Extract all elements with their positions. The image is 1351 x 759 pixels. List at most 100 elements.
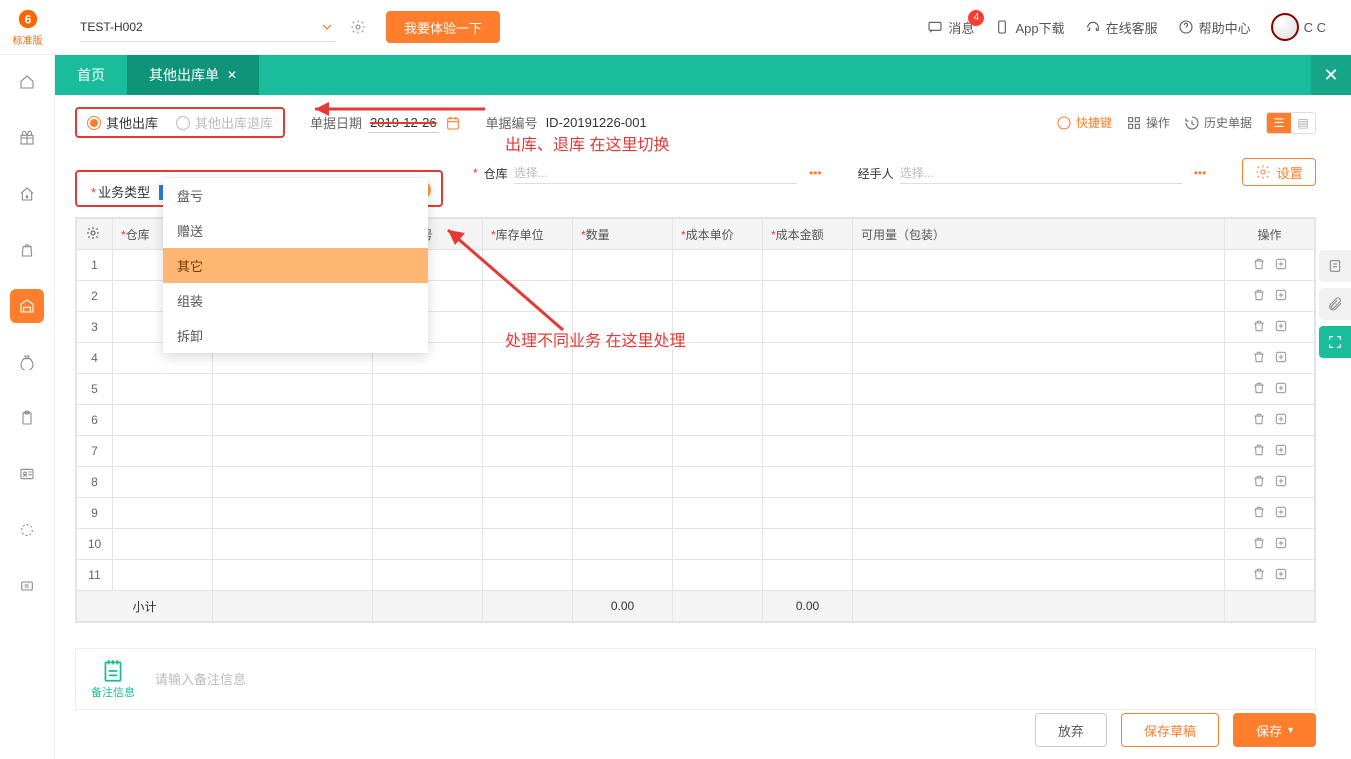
- chevron-down-icon: ▾: [1288, 725, 1293, 736]
- doc-number-value: ID-20191226-001: [544, 113, 649, 132]
- radio-outbound-return[interactable]: 其他出库退库: [176, 113, 273, 132]
- close-all-tabs[interactable]: ✕: [1311, 55, 1351, 95]
- delete-row-icon[interactable]: [1252, 288, 1266, 302]
- col-qty: 数量: [586, 228, 610, 242]
- operate-menu[interactable]: 操作: [1126, 114, 1170, 131]
- rail-sync[interactable]: [10, 513, 44, 547]
- add-row-icon[interactable]: [1274, 257, 1288, 271]
- delete-row-icon[interactable]: [1252, 319, 1266, 333]
- rail-new[interactable]: 新: [10, 569, 44, 603]
- add-row-icon[interactable]: [1274, 319, 1288, 333]
- table-row[interactable]: 9: [77, 498, 1315, 529]
- workspace-name: TEST-H002: [80, 20, 143, 34]
- delete-row-icon[interactable]: [1252, 443, 1266, 457]
- footer-actions: 放弃 保存草稿 保存 ▾: [1035, 713, 1316, 747]
- rail-clipboard[interactable]: [10, 401, 44, 435]
- biztype-option-selected[interactable]: 其它: [163, 248, 428, 283]
- add-row-icon[interactable]: [1274, 350, 1288, 364]
- add-row-icon[interactable]: [1274, 567, 1288, 581]
- gear-icon: [85, 225, 101, 241]
- workspace-selector[interactable]: TEST-H002: [80, 12, 335, 42]
- table-row[interactable]: 7: [77, 436, 1315, 467]
- rail-bag[interactable]: [10, 233, 44, 267]
- outbound-type-radio-group: 其他出库 其他出库退库: [75, 107, 285, 138]
- rail-home[interactable]: [10, 65, 44, 99]
- table-row[interactable]: 11: [77, 560, 1315, 591]
- help-icon: [1178, 19, 1194, 35]
- warehouse-filter[interactable]: *仓库 选择... •••: [473, 154, 828, 184]
- history-link[interactable]: 历史单据: [1184, 114, 1252, 131]
- customer-service-label: 在线客服: [1106, 18, 1158, 37]
- row-index: 9: [77, 498, 113, 529]
- radio-dot-off-icon: [176, 116, 190, 130]
- doc-date-value: 2019-12-26: [368, 113, 439, 133]
- row-index: 6: [77, 405, 113, 436]
- delete-row-icon[interactable]: [1252, 567, 1266, 581]
- moneybag-icon: [19, 354, 35, 370]
- customer-service-link[interactable]: 在线客服: [1085, 18, 1158, 37]
- delete-row-icon[interactable]: [1252, 381, 1266, 395]
- settings-label: 设置: [1276, 163, 1303, 182]
- radio-outbound[interactable]: 其他出库: [87, 113, 158, 132]
- biztype-label: 业务类型: [98, 185, 150, 200]
- tab-other-outbound[interactable]: 其他出库单 ✕: [127, 55, 259, 95]
- bolt-icon: [1056, 115, 1072, 131]
- save-draft-button[interactable]: 保存草稿: [1121, 713, 1219, 747]
- add-row-icon[interactable]: [1274, 536, 1288, 550]
- remark-input[interactable]: [155, 672, 1300, 687]
- delete-row-icon[interactable]: [1252, 505, 1266, 519]
- discard-button[interactable]: 放弃: [1035, 713, 1107, 747]
- tab-home[interactable]: 首页: [55, 55, 127, 95]
- biztype-option[interactable]: 拆卸: [163, 318, 428, 353]
- app-download-link[interactable]: App下载: [994, 18, 1064, 37]
- biztype-option[interactable]: 赠送: [163, 213, 428, 248]
- messages-link[interactable]: 消息 4: [927, 18, 974, 37]
- user-menu[interactable]: C C: [1271, 13, 1326, 41]
- add-row-icon[interactable]: [1274, 474, 1288, 488]
- more-icon[interactable]: •••: [1188, 166, 1213, 180]
- doc-date-field[interactable]: 单据日期 2019-12-26: [310, 113, 461, 133]
- delete-row-icon[interactable]: [1252, 412, 1266, 426]
- remark-icon-block: 备注信息: [91, 658, 135, 700]
- tab-close-icon[interactable]: ✕: [227, 68, 237, 82]
- tab-home-label: 首页: [77, 65, 105, 85]
- delete-row-icon[interactable]: [1252, 257, 1266, 271]
- shortcut-link[interactable]: 快捷键: [1056, 114, 1112, 131]
- subtotal-qty: 0.00: [573, 591, 673, 622]
- row-index: 11: [77, 560, 113, 591]
- biztype-option[interactable]: 组装: [163, 283, 428, 318]
- table-row[interactable]: 5: [77, 374, 1315, 405]
- gear-icon[interactable]: [350, 19, 366, 35]
- table-row[interactable]: 8: [77, 467, 1315, 498]
- rail-inbound[interactable]: [10, 177, 44, 211]
- add-row-icon[interactable]: [1274, 288, 1288, 302]
- settings-button[interactable]: 设置: [1242, 158, 1316, 186]
- home-icon: [19, 74, 35, 90]
- add-row-icon[interactable]: [1274, 412, 1288, 426]
- handler-label: 经手人: [858, 165, 894, 182]
- table-row[interactable]: 10: [77, 529, 1315, 560]
- handler-filter[interactable]: 经手人 选择... •••: [858, 154, 1213, 184]
- add-row-icon[interactable]: [1274, 443, 1288, 457]
- delete-row-icon[interactable]: [1252, 474, 1266, 488]
- rail-contacts[interactable]: [10, 457, 44, 491]
- column-config-header[interactable]: [77, 219, 113, 250]
- table-row[interactable]: 6: [77, 405, 1315, 436]
- biztype-option[interactable]: 盘亏: [163, 178, 428, 213]
- help-center-label: 帮助中心: [1199, 18, 1251, 37]
- rail-gift[interactable]: [10, 121, 44, 155]
- save-button[interactable]: 保存 ▾: [1233, 713, 1316, 747]
- help-center-link[interactable]: 帮助中心: [1178, 18, 1251, 37]
- add-row-icon[interactable]: [1274, 381, 1288, 395]
- add-row-icon[interactable]: [1274, 505, 1288, 519]
- more-icon[interactable]: •••: [803, 166, 828, 180]
- trial-button[interactable]: 我要体验一下: [386, 11, 500, 43]
- delete-row-icon[interactable]: [1252, 536, 1266, 550]
- annotation-process: 处理不同业务 在这里处理: [505, 327, 685, 351]
- rail-finance[interactable]: [10, 345, 44, 379]
- delete-row-icon[interactable]: [1252, 350, 1266, 364]
- view-mode-toggle[interactable]: ☰ ▤: [1266, 112, 1316, 134]
- rail-warehouse[interactable]: [10, 289, 44, 323]
- calendar-icon[interactable]: [445, 115, 461, 131]
- col-warehouse: 仓库: [126, 228, 150, 242]
